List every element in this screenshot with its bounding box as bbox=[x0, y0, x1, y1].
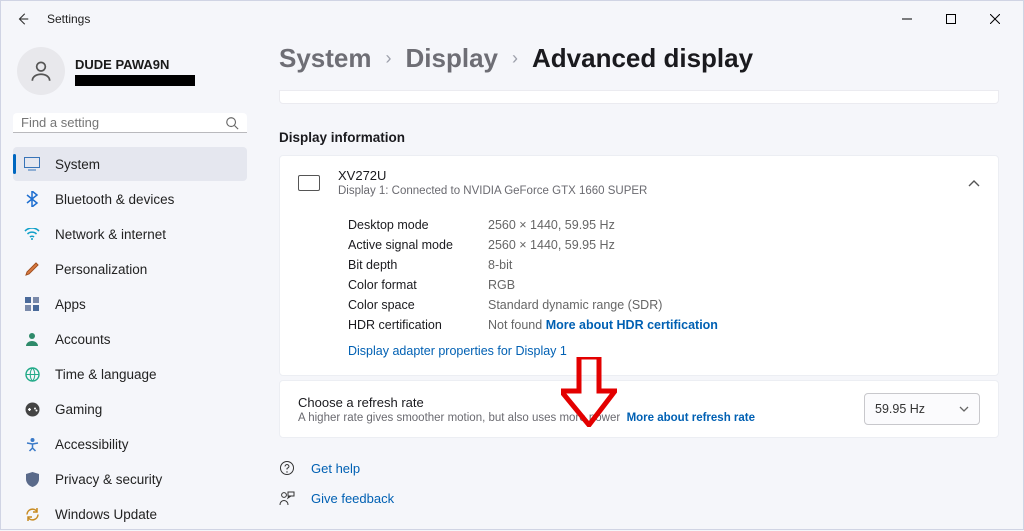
refresh-rate-dropdown[interactable]: 59.95 Hz bbox=[864, 393, 980, 425]
crumb-advanced: Advanced display bbox=[532, 43, 753, 74]
app-title: Settings bbox=[47, 12, 90, 26]
card-body: Desktop mode2560 × 1440, 59.95 Hz Active… bbox=[280, 209, 998, 375]
footer-links: Get help Give feedback bbox=[279, 460, 999, 506]
nav-label: Accounts bbox=[55, 332, 111, 347]
dropdown-value: 59.95 Hz bbox=[875, 402, 925, 416]
hdr-link[interactable]: More about HDR certification bbox=[546, 318, 718, 332]
nav-item-privacy[interactable]: Privacy & security bbox=[13, 462, 247, 496]
refresh-sub: A higher rate gives smoother motion, but… bbox=[298, 412, 755, 424]
update-icon bbox=[23, 505, 41, 523]
breadcrumb: System › Display › Advanced display bbox=[279, 43, 999, 74]
refresh-rate-card: Choose a refresh rate A higher rate give… bbox=[279, 380, 999, 438]
refresh-link[interactable]: More about refresh rate bbox=[627, 412, 755, 424]
nav-label: System bbox=[55, 157, 100, 172]
collapsed-card[interactable] bbox=[279, 90, 999, 104]
search-input[interactable] bbox=[21, 115, 225, 130]
apps-icon bbox=[23, 295, 41, 313]
brush-icon bbox=[23, 260, 41, 278]
system-icon bbox=[23, 155, 41, 173]
sidebar: DUDE PAWA9N System Bluetooth & devices N… bbox=[1, 37, 259, 531]
profile-sub-redacted bbox=[75, 75, 195, 86]
titlebar: Settings bbox=[1, 1, 1023, 37]
help-icon bbox=[279, 460, 297, 476]
nav-item-update[interactable]: Windows Update bbox=[13, 497, 247, 531]
kv-row: Active signal mode2560 × 1440, 59.95 Hz bbox=[348, 235, 980, 255]
gaming-icon bbox=[23, 400, 41, 418]
chevron-down-icon bbox=[959, 406, 969, 412]
chevron-right-icon: › bbox=[512, 48, 518, 69]
nav-item-apps[interactable]: Apps bbox=[13, 287, 247, 321]
nav-list: System Bluetooth & devices Network & int… bbox=[13, 147, 247, 531]
nav-item-time[interactable]: Time & language bbox=[13, 357, 247, 391]
get-help-link[interactable]: Get help bbox=[279, 460, 999, 476]
bluetooth-icon bbox=[23, 190, 41, 208]
kv-row: Color formatRGB bbox=[348, 275, 980, 295]
nav-label: Network & internet bbox=[55, 227, 166, 242]
shield-icon bbox=[23, 470, 41, 488]
display-info-card: XV272U Display 1: Connected to NVIDIA Ge… bbox=[279, 155, 999, 376]
kv-row: Desktop mode2560 × 1440, 59.95 Hz bbox=[348, 215, 980, 235]
person-icon bbox=[23, 330, 41, 348]
nav-item-personalization[interactable]: Personalization bbox=[13, 252, 247, 286]
maximize-button[interactable] bbox=[929, 4, 973, 34]
search-icon bbox=[225, 116, 239, 130]
wifi-icon bbox=[23, 225, 41, 243]
back-button[interactable] bbox=[7, 12, 39, 26]
nav-item-system[interactable]: System bbox=[13, 147, 247, 181]
search-box[interactable] bbox=[13, 113, 247, 133]
nav-label: Privacy & security bbox=[55, 472, 162, 487]
nav-label: Windows Update bbox=[55, 507, 157, 522]
nav-item-gaming[interactable]: Gaming bbox=[13, 392, 247, 426]
profile-name: DUDE PAWA9N bbox=[75, 57, 195, 72]
nav-label: Accessibility bbox=[55, 437, 129, 452]
refresh-title: Choose a refresh rate bbox=[298, 395, 755, 410]
give-feedback-link[interactable]: Give feedback bbox=[279, 490, 999, 506]
chevron-right-icon: › bbox=[386, 48, 392, 69]
feedback-icon bbox=[279, 490, 297, 506]
chevron-up-icon[interactable] bbox=[968, 179, 980, 187]
adapter-link[interactable]: Display adapter properties for Display 1 bbox=[348, 344, 567, 358]
display-name: XV272U bbox=[338, 168, 647, 183]
nav-label: Personalization bbox=[55, 262, 147, 277]
minimize-button[interactable] bbox=[885, 4, 929, 34]
nav-item-accessibility[interactable]: Accessibility bbox=[13, 427, 247, 461]
profile-block[interactable]: DUDE PAWA9N bbox=[13, 43, 247, 107]
kv-row: Bit depth8-bit bbox=[348, 255, 980, 275]
kv-row-hdr: HDR certification Not found More about H… bbox=[348, 315, 980, 335]
nav-label: Gaming bbox=[55, 402, 102, 417]
kv-row: Color spaceStandard dynamic range (SDR) bbox=[348, 295, 980, 315]
nav-item-accounts[interactable]: Accounts bbox=[13, 322, 247, 356]
avatar bbox=[17, 47, 65, 95]
nav-label: Apps bbox=[55, 297, 86, 312]
nav-item-network[interactable]: Network & internet bbox=[13, 217, 247, 251]
nav-item-bluetooth[interactable]: Bluetooth & devices bbox=[13, 182, 247, 216]
card-header[interactable]: XV272U Display 1: Connected to NVIDIA Ge… bbox=[280, 156, 998, 209]
nav-label: Time & language bbox=[55, 367, 157, 382]
close-button[interactable] bbox=[973, 4, 1017, 34]
crumb-system[interactable]: System bbox=[279, 43, 372, 74]
section-title: Display information bbox=[279, 130, 999, 145]
crumb-display[interactable]: Display bbox=[406, 43, 499, 74]
monitor-icon bbox=[298, 175, 320, 191]
globe-icon bbox=[23, 365, 41, 383]
nav-label: Bluetooth & devices bbox=[55, 192, 174, 207]
accessibility-icon bbox=[23, 435, 41, 453]
adapter-link-row: Display adapter properties for Display 1 bbox=[348, 341, 980, 361]
main-content: System › Display › Advanced display Disp… bbox=[259, 37, 1023, 531]
display-sub: Display 1: Connected to NVIDIA GeForce G… bbox=[338, 185, 647, 197]
